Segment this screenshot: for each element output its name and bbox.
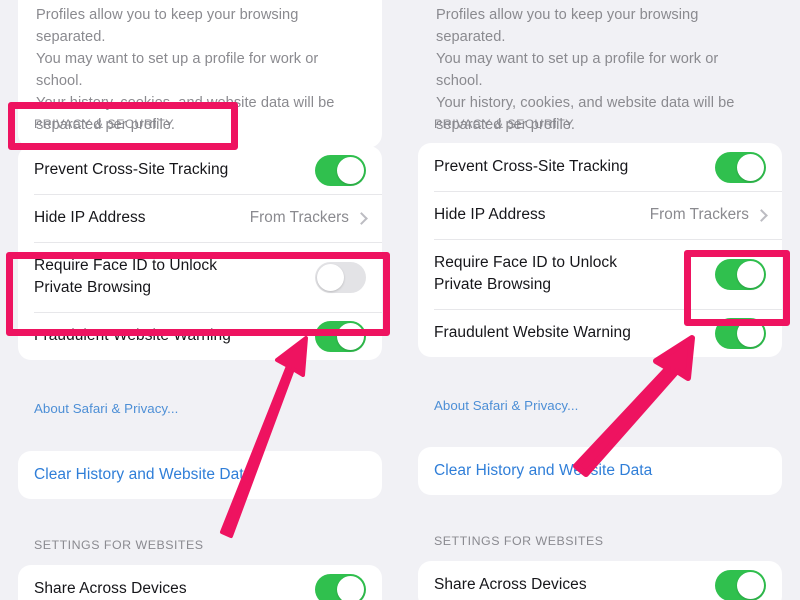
settings-panel-before: Profiles allow you to keep your browsing…: [0, 0, 400, 600]
toggle-prevent-cross-site-tracking[interactable]: [715, 151, 766, 183]
row-prevent-cross-site-tracking[interactable]: Prevent Cross-Site Tracking: [18, 146, 382, 194]
row-prevent-cross-site-tracking[interactable]: Prevent Cross-Site Tracking: [418, 143, 782, 191]
profiles-intro-line-2: You may want to set up a profile for wor…: [436, 51, 719, 89]
chevron-right-icon: [355, 211, 368, 225]
row-hide-ip-address[interactable]: Hide IP Address From Trackers: [18, 194, 382, 242]
clear-history-card: Clear History and Website Data: [18, 451, 382, 499]
row-label-require-face-id-line-1: Require Face ID to Unlock: [34, 257, 218, 274]
toggle-knob: [317, 263, 344, 291]
about-safari-privacy-link[interactable]: About Safari & Privacy...: [34, 401, 178, 416]
row-label-prevent-cross-site-tracking: Prevent Cross-Site Tracking: [434, 158, 629, 175]
toggle-knob: [337, 575, 364, 600]
row-label-require-face-id-line-2: Private Browsing: [34, 279, 152, 296]
row-value-hide-ip-address: From Trackers: [249, 209, 349, 226]
row-right-hide-ip-address: From Trackers: [249, 209, 368, 227]
settings-for-websites-section-header: SETTINGS FOR WEBSITES: [34, 538, 204, 552]
privacy-security-section-header: PRIVACY & SECURITY: [34, 117, 175, 131]
privacy-security-section-header: PRIVACY & SECURITY: [434, 117, 575, 131]
row-label-require-face-id-line-2: Private Browsing: [434, 276, 552, 293]
row-fraudulent-website-warning[interactable]: Fraudulent Website Warning: [18, 312, 382, 360]
profiles-intro-line-1: Profiles allow you to keep your browsing…: [436, 7, 699, 45]
row-share-across-devices[interactable]: Share Across Devices: [18, 565, 382, 600]
toggle-prevent-cross-site-tracking[interactable]: [315, 154, 366, 186]
profiles-intro-line-2: You may want to set up a profile for wor…: [36, 51, 319, 89]
row-label-fraudulent-website-warning: Fraudulent Website Warning: [34, 327, 231, 344]
toggle-fraudulent-website-warning[interactable]: [715, 317, 766, 349]
settings-for-websites-section-header: SETTINGS FOR WEBSITES: [434, 534, 604, 548]
row-label-require-face-id-line-1: Require Face ID to Unlock: [434, 254, 618, 271]
screenshot-root: Profiles allow you to keep your browsing…: [0, 0, 800, 600]
row-label-require-face-id: Require Face ID to Unlock Private Browsi…: [434, 252, 617, 296]
row-label-clear-history-and-website-data: Clear History and Website Data: [34, 466, 253, 483]
row-right-hide-ip-address: From Trackers: [649, 206, 768, 224]
toggle-require-face-id[interactable]: [715, 258, 766, 290]
toggle-share-across-devices[interactable]: [715, 569, 766, 600]
toggle-knob: [337, 156, 364, 184]
profiles-intro-line-1: Profiles allow you to keep your browsing…: [36, 7, 299, 45]
toggle-knob: [737, 319, 764, 347]
row-label-share-across-devices: Share Across Devices: [434, 576, 587, 593]
profiles-intro-line-3: Your history, cookies, and website data …: [436, 95, 735, 111]
row-label-share-across-devices: Share Across Devices: [34, 580, 187, 597]
toggle-fraudulent-website-warning[interactable]: [315, 320, 366, 352]
settings-panel-after: Profiles allow you to keep your browsing…: [400, 0, 800, 600]
about-safari-privacy-link[interactable]: About Safari & Privacy...: [434, 398, 578, 413]
row-fraudulent-website-warning[interactable]: Fraudulent Website Warning: [418, 309, 782, 357]
toggle-knob: [737, 260, 764, 288]
settings-for-websites-card: Share Across Devices: [418, 561, 782, 600]
chevron-right-icon: [755, 208, 768, 222]
row-label-prevent-cross-site-tracking: Prevent Cross-Site Tracking: [34, 161, 229, 178]
toggle-require-face-id[interactable]: [315, 261, 366, 293]
profiles-intro-line-3: Your history, cookies, and website data …: [36, 95, 335, 111]
row-label-clear-history-and-website-data: Clear History and Website Data: [434, 462, 653, 479]
row-label-fraudulent-website-warning: Fraudulent Website Warning: [434, 324, 631, 341]
row-require-face-id[interactable]: Require Face ID to Unlock Private Browsi…: [18, 242, 382, 312]
toggle-knob: [337, 322, 364, 350]
row-label-require-face-id: Require Face ID to Unlock Private Browsi…: [34, 255, 217, 299]
row-require-face-id[interactable]: Require Face ID to Unlock Private Browsi…: [418, 239, 782, 309]
toggle-share-across-devices[interactable]: [315, 573, 366, 600]
row-clear-history-and-website-data[interactable]: Clear History and Website Data: [18, 451, 382, 499]
privacy-security-card: Prevent Cross-Site Tracking Hide IP Addr…: [418, 143, 782, 357]
row-label-hide-ip-address: Hide IP Address: [34, 209, 146, 226]
arrow-shape: [220, 336, 308, 538]
toggle-knob: [737, 153, 764, 181]
privacy-security-card: Prevent Cross-Site Tracking Hide IP Addr…: [18, 146, 382, 360]
toggle-knob: [737, 571, 764, 599]
clear-history-card: Clear History and Website Data: [418, 447, 782, 495]
row-value-hide-ip-address: From Trackers: [649, 206, 749, 223]
row-label-hide-ip-address: Hide IP Address: [434, 206, 546, 223]
row-share-across-devices[interactable]: Share Across Devices: [418, 561, 782, 600]
row-clear-history-and-website-data[interactable]: Clear History and Website Data: [418, 447, 782, 495]
row-hide-ip-address[interactable]: Hide IP Address From Trackers: [418, 191, 782, 239]
settings-for-websites-card: Share Across Devices: [18, 565, 382, 600]
